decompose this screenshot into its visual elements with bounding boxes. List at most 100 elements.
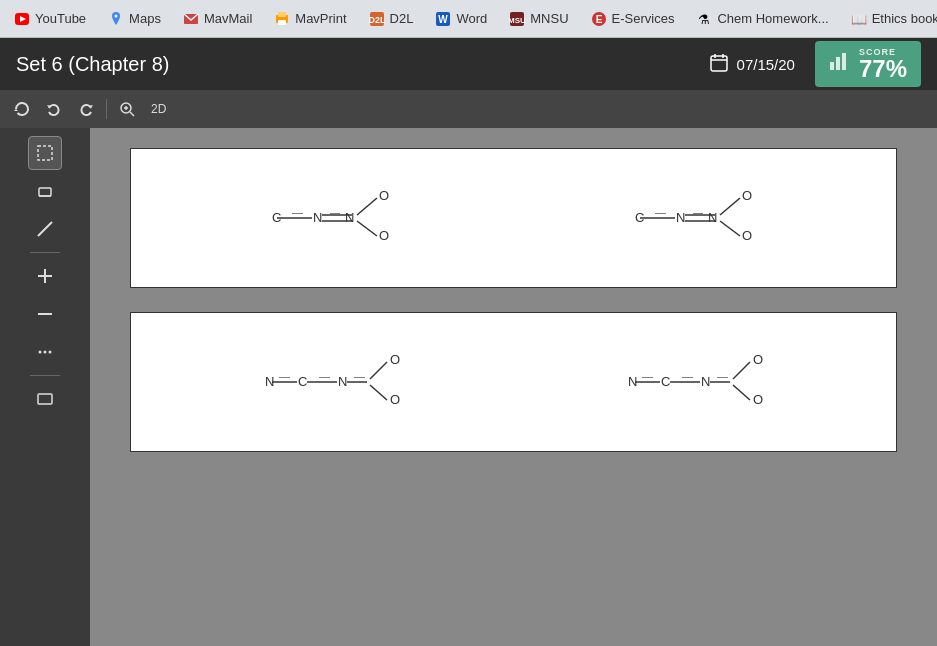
svg-text:W: W (439, 14, 449, 25)
undo-button[interactable] (40, 95, 68, 123)
svg-text:C: C (635, 210, 644, 225)
tab-mavprint-label: MavPrint (295, 11, 346, 26)
svg-rect-38 (38, 394, 52, 404)
svg-rect-5 (278, 12, 286, 17)
svg-text:N: N (345, 210, 354, 225)
svg-line-67 (370, 385, 387, 400)
select-tool-button[interactable] (28, 136, 62, 170)
svg-text:O: O (390, 392, 400, 407)
structure-2b: N C N O O — — — (625, 342, 765, 422)
svg-text:—: — (642, 370, 653, 382)
tab-ethics[interactable]: 📖 Ethics book (841, 4, 937, 34)
svg-text:—: — (682, 370, 693, 382)
maps-icon (108, 11, 124, 27)
structure-1a: C N N O O — — (267, 178, 397, 258)
svg-text:O: O (379, 228, 389, 243)
svg-rect-29 (39, 188, 51, 196)
tab-bar: YouTube Maps MavMail MavPrint D2L D2L W … (0, 0, 937, 38)
svg-text:📖: 📖 (851, 11, 867, 27)
score-chart-icon (829, 50, 851, 78)
chem-icon: ⚗ (696, 11, 712, 27)
svg-text:N: N (265, 374, 274, 389)
tab-mavmail[interactable]: MavMail (173, 4, 262, 34)
svg-text:O: O (390, 352, 400, 367)
svg-line-66 (370, 362, 387, 379)
svg-text:—: — (717, 370, 728, 382)
svg-rect-17 (711, 56, 727, 71)
main-content: C N N O O — — C N N O O — (0, 128, 937, 646)
svg-point-2 (115, 14, 118, 17)
eraser-tool-button[interactable] (28, 174, 62, 208)
structure-1b: C N N O O — — (630, 178, 760, 258)
svg-rect-22 (836, 57, 840, 70)
line-tool-button[interactable] (28, 212, 62, 246)
header-date: 07/15/20 (709, 53, 795, 76)
tab-mavprint[interactable]: MavPrint (264, 4, 356, 34)
canvas-area[interactable]: C N N O O — — C N N O O — (90, 128, 937, 646)
svg-rect-6 (278, 20, 286, 25)
svg-text:O: O (753, 352, 763, 367)
svg-text:N: N (628, 374, 637, 389)
svg-text:E: E (595, 14, 602, 25)
tab-chem-label: Chem Homework... (717, 11, 828, 26)
tab-eservices[interactable]: E E-Services (581, 4, 685, 34)
svg-text:C: C (272, 210, 281, 225)
refresh-button[interactable] (8, 95, 36, 123)
tab-eservices-label: E-Services (612, 11, 675, 26)
ethics-icon: 📖 (851, 11, 867, 27)
toolbar: 2D (0, 90, 937, 128)
mavprint-icon (274, 11, 290, 27)
drawing-box-2: N C N O O — — — N C N O O — (130, 312, 897, 452)
sidebar-toolbar (0, 128, 90, 646)
svg-point-37 (49, 351, 52, 354)
svg-text:N: N (708, 210, 717, 225)
tab-word[interactable]: W Word (425, 4, 497, 34)
youtube-icon (14, 11, 30, 27)
svg-line-43 (357, 221, 377, 236)
svg-text:—: — (279, 370, 290, 382)
eservices-icon: E (591, 11, 607, 27)
date-value: 07/15/20 (737, 56, 795, 73)
svg-line-42 (357, 198, 377, 215)
add-tool-button[interactable] (28, 259, 62, 293)
tab-mavmail-label: MavMail (204, 11, 252, 26)
tab-word-label: Word (456, 11, 487, 26)
sidebar-separator-1 (30, 252, 60, 253)
sidebar-separator-2 (30, 375, 60, 376)
tab-d2l[interactable]: D2L D2L (359, 4, 424, 34)
svg-text:N: N (313, 210, 322, 225)
svg-text:N: N (676, 210, 685, 225)
tab-mnsu[interactable]: MSU MNSU (499, 4, 578, 34)
tab-ethics-label: Ethics book (872, 11, 937, 26)
svg-text:O: O (379, 188, 389, 203)
structure-2a: N C N O O — — — (262, 342, 402, 422)
svg-text:O: O (742, 188, 752, 203)
tab-youtube[interactable]: YouTube (4, 4, 96, 34)
svg-text:O: O (742, 228, 752, 243)
more-tool-button[interactable] (28, 335, 62, 369)
drawing-box-1: C N N O O — — C N N O O — (130, 148, 897, 288)
tab-chem[interactable]: ⚗ Chem Homework... (686, 4, 838, 34)
svg-line-79 (733, 362, 750, 379)
redo-button[interactable] (72, 95, 100, 123)
svg-line-31 (38, 222, 52, 236)
svg-text:MSU: MSU (509, 16, 525, 25)
svg-text:O: O (753, 392, 763, 407)
2d-mode-button[interactable]: 2D (145, 95, 172, 123)
svg-line-54 (720, 198, 740, 215)
rectangle-tool-button[interactable] (28, 382, 62, 416)
remove-tool-button[interactable] (28, 297, 62, 331)
svg-point-35 (39, 351, 42, 354)
svg-text:—: — (693, 207, 703, 218)
svg-rect-21 (830, 62, 834, 70)
tab-maps[interactable]: Maps (98, 4, 171, 34)
zoom-button[interactable] (113, 95, 141, 123)
mavmail-icon (183, 11, 199, 27)
score-badge: SCORE 77% (815, 41, 921, 87)
d2l-icon: D2L (369, 11, 385, 27)
svg-text:—: — (655, 206, 666, 218)
svg-rect-23 (842, 53, 846, 70)
tab-mnsu-label: MNSU (530, 11, 568, 26)
svg-text:C: C (661, 374, 670, 389)
svg-text:N: N (338, 374, 347, 389)
